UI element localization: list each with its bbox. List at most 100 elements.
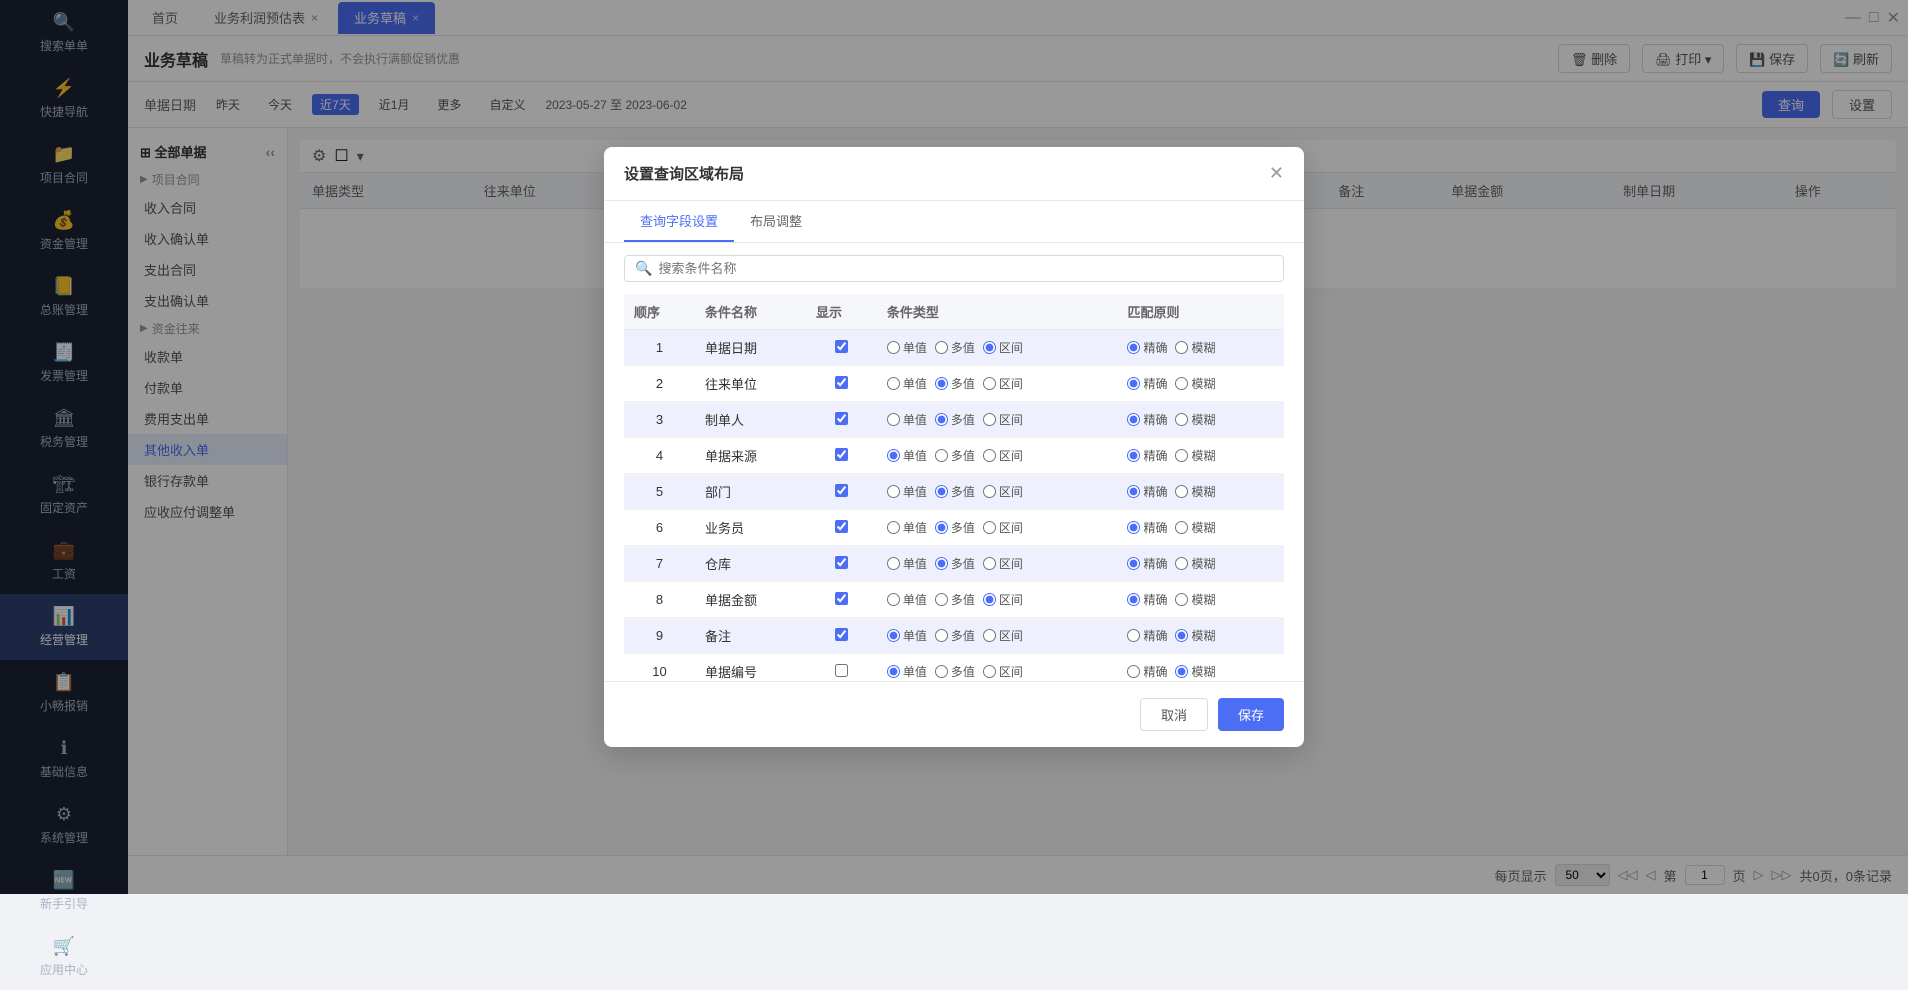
- radio-multi-label[interactable]: 多值: [935, 375, 975, 392]
- display-checkbox[interactable]: [835, 664, 848, 677]
- radio-range[interactable]: [983, 521, 996, 534]
- save-dialog-button[interactable]: 保存: [1218, 698, 1284, 731]
- radio-single[interactable]: [887, 521, 900, 534]
- radio-range[interactable]: [983, 665, 996, 678]
- radio-multi-label[interactable]: 多值: [935, 339, 975, 356]
- radio-single-label[interactable]: 单值: [887, 483, 927, 500]
- radio-multi[interactable]: [935, 377, 948, 390]
- radio-single[interactable]: [887, 377, 900, 390]
- display-checkbox[interactable]: [835, 484, 848, 497]
- cell-display[interactable]: [806, 402, 877, 438]
- radio-fuzzy-label[interactable]: 模糊: [1175, 447, 1215, 464]
- radio-multi[interactable]: [935, 665, 948, 678]
- radio-fuzzy[interactable]: [1175, 341, 1188, 354]
- radio-exact-label[interactable]: 精确: [1127, 591, 1167, 608]
- radio-exact[interactable]: [1127, 341, 1140, 354]
- radio-fuzzy-label[interactable]: 模糊: [1175, 663, 1215, 680]
- radio-multi[interactable]: [935, 341, 948, 354]
- radio-range-label[interactable]: 区间: [983, 447, 1023, 464]
- cell-display[interactable]: [806, 474, 877, 510]
- radio-single-label[interactable]: 单值: [887, 519, 927, 536]
- radio-multi-label[interactable]: 多值: [935, 663, 975, 680]
- radio-fuzzy[interactable]: [1175, 557, 1188, 570]
- display-checkbox[interactable]: [835, 628, 848, 641]
- radio-fuzzy-label[interactable]: 模糊: [1175, 375, 1215, 392]
- radio-exact-label[interactable]: 精确: [1127, 483, 1167, 500]
- radio-fuzzy[interactable]: [1175, 449, 1188, 462]
- display-checkbox[interactable]: [835, 556, 848, 569]
- radio-range-label[interactable]: 区间: [983, 555, 1023, 572]
- radio-range[interactable]: [983, 341, 996, 354]
- radio-single[interactable]: [887, 557, 900, 570]
- tab-query-fields[interactable]: 查询字段设置: [624, 201, 734, 242]
- radio-fuzzy[interactable]: [1175, 377, 1188, 390]
- radio-single[interactable]: [887, 449, 900, 462]
- radio-single-label[interactable]: 单值: [887, 411, 927, 428]
- radio-fuzzy[interactable]: [1175, 665, 1188, 678]
- radio-range-label[interactable]: 区间: [983, 591, 1023, 608]
- display-checkbox[interactable]: [835, 340, 848, 353]
- radio-single-label[interactable]: 单值: [887, 663, 927, 680]
- radio-multi[interactable]: [935, 485, 948, 498]
- radio-multi-label[interactable]: 多值: [935, 447, 975, 464]
- radio-exact-label[interactable]: 精确: [1127, 447, 1167, 464]
- radio-single-label[interactable]: 单值: [887, 555, 927, 572]
- radio-single[interactable]: [887, 665, 900, 678]
- cell-display[interactable]: [806, 654, 877, 682]
- radio-fuzzy-label[interactable]: 模糊: [1175, 339, 1215, 356]
- cell-display[interactable]: [806, 618, 877, 654]
- dialog-close-button[interactable]: ✕: [1269, 163, 1284, 184]
- radio-range[interactable]: [983, 449, 996, 462]
- radio-range[interactable]: [983, 413, 996, 426]
- radio-fuzzy[interactable]: [1175, 485, 1188, 498]
- radio-exact[interactable]: [1127, 665, 1140, 678]
- radio-fuzzy[interactable]: [1175, 521, 1188, 534]
- radio-fuzzy[interactable]: [1175, 629, 1188, 642]
- cell-display[interactable]: [806, 438, 877, 474]
- radio-range[interactable]: [983, 629, 996, 642]
- radio-multi-label[interactable]: 多值: [935, 483, 975, 500]
- radio-range-label[interactable]: 区间: [983, 339, 1023, 356]
- radio-multi-label[interactable]: 多值: [935, 519, 975, 536]
- condition-search-input[interactable]: [658, 261, 1273, 276]
- radio-exact-label[interactable]: 精确: [1127, 375, 1167, 392]
- radio-multi-label[interactable]: 多值: [935, 555, 975, 572]
- radio-exact[interactable]: [1127, 413, 1140, 426]
- cell-display[interactable]: [806, 366, 877, 402]
- radio-single-label[interactable]: 单值: [887, 627, 927, 644]
- radio-range[interactable]: [983, 557, 996, 570]
- radio-exact[interactable]: [1127, 377, 1140, 390]
- radio-single[interactable]: [887, 593, 900, 606]
- radio-single[interactable]: [887, 341, 900, 354]
- radio-multi[interactable]: [935, 521, 948, 534]
- radio-exact[interactable]: [1127, 485, 1140, 498]
- radio-single[interactable]: [887, 413, 900, 426]
- display-checkbox[interactable]: [835, 592, 848, 605]
- radio-multi-label[interactable]: 多值: [935, 627, 975, 644]
- radio-exact[interactable]: [1127, 593, 1140, 606]
- display-checkbox[interactable]: [835, 376, 848, 389]
- radio-range[interactable]: [983, 485, 996, 498]
- radio-range-label[interactable]: 区间: [983, 519, 1023, 536]
- radio-exact-label[interactable]: 精确: [1127, 519, 1167, 536]
- radio-range-label[interactable]: 区间: [983, 627, 1023, 644]
- radio-fuzzy-label[interactable]: 模糊: [1175, 591, 1215, 608]
- cell-display[interactable]: [806, 582, 877, 618]
- radio-exact-label[interactable]: 精确: [1127, 411, 1167, 428]
- radio-exact[interactable]: [1127, 521, 1140, 534]
- radio-fuzzy[interactable]: [1175, 593, 1188, 606]
- cell-display[interactable]: [806, 546, 877, 582]
- radio-range[interactable]: [983, 377, 996, 390]
- radio-exact-label[interactable]: 精确: [1127, 555, 1167, 572]
- radio-fuzzy-label[interactable]: 模糊: [1175, 519, 1215, 536]
- radio-multi[interactable]: [935, 449, 948, 462]
- sidebar-item-appstore[interactable]: 🛒 应用中心: [0, 924, 128, 990]
- radio-multi[interactable]: [935, 557, 948, 570]
- radio-multi[interactable]: [935, 593, 948, 606]
- radio-range-label[interactable]: 区间: [983, 375, 1023, 392]
- radio-range-label[interactable]: 区间: [983, 663, 1023, 680]
- radio-fuzzy-label[interactable]: 模糊: [1175, 483, 1215, 500]
- radio-single[interactable]: [887, 629, 900, 642]
- radio-multi[interactable]: [935, 629, 948, 642]
- radio-fuzzy[interactable]: [1175, 413, 1188, 426]
